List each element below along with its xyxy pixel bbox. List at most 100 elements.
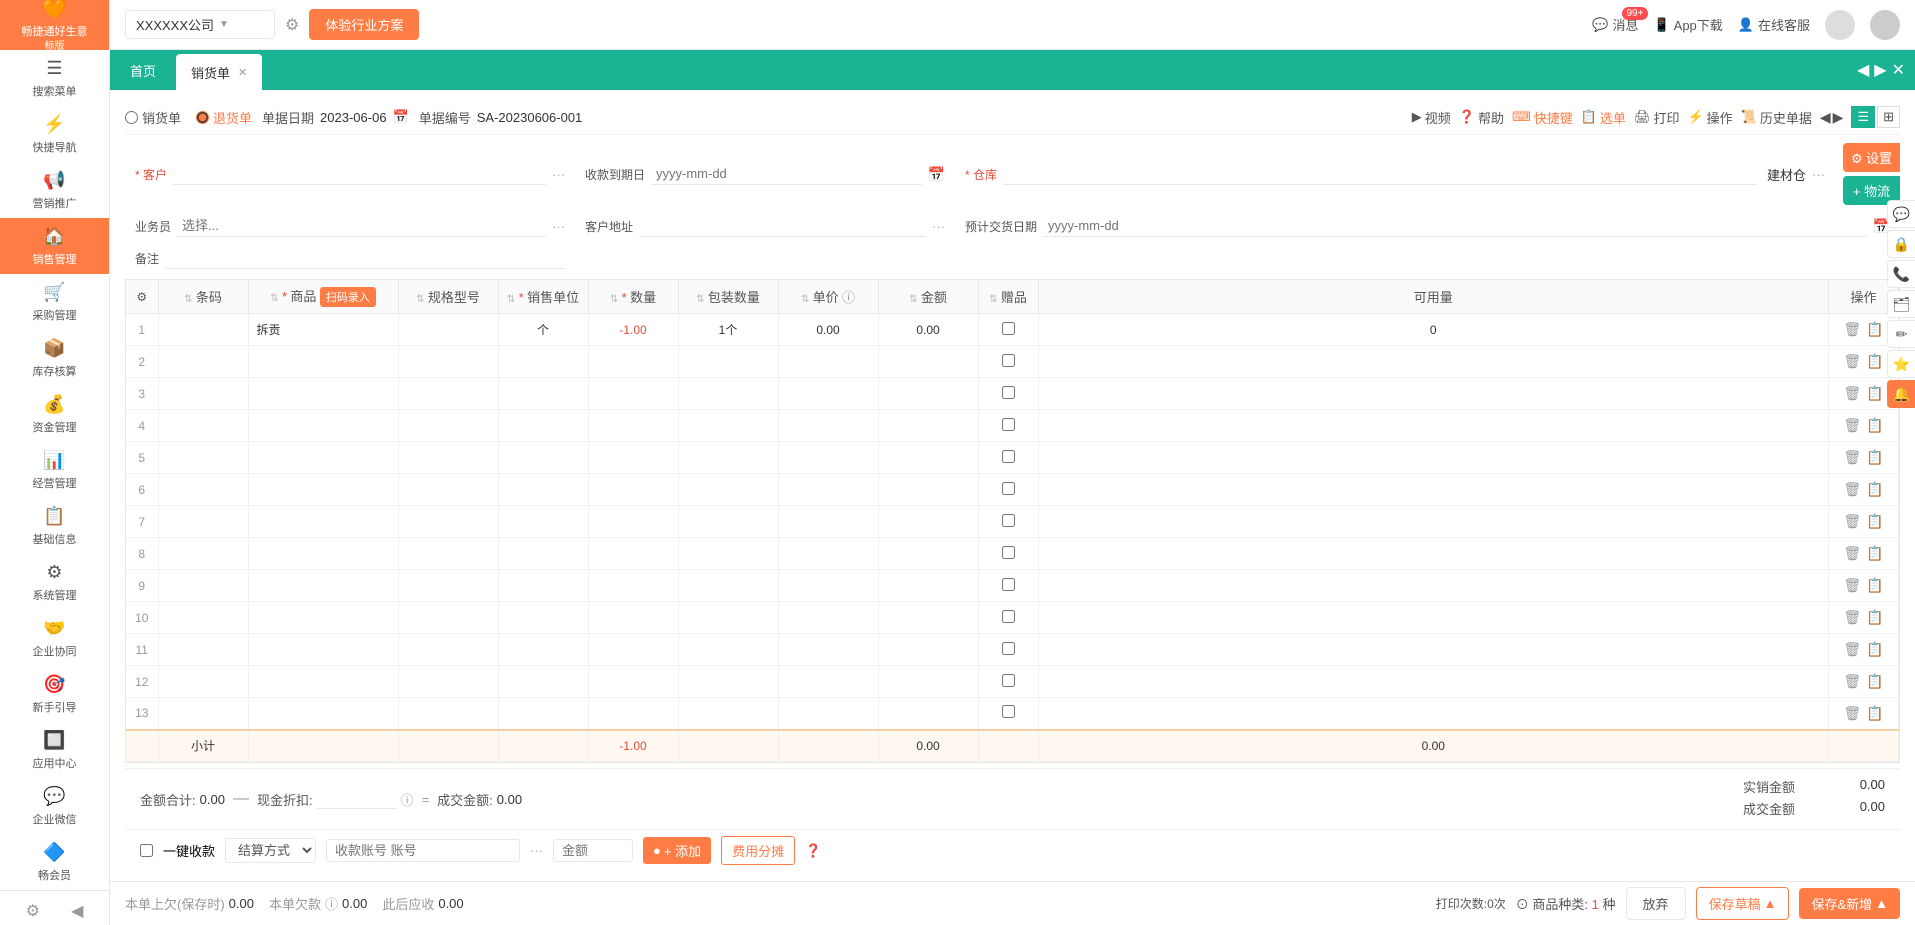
gift-checkbox-1[interactable]	[1002, 322, 1015, 335]
row-qty-11[interactable]	[588, 634, 678, 666]
sort-pkg-icon[interactable]: ⇅	[696, 294, 704, 305]
row-delete-icon-7[interactable]: 🗑	[1843, 513, 1861, 530]
row-barcode-12[interactable]	[158, 666, 248, 698]
row-copy-icon-5[interactable]: 📋	[1866, 449, 1883, 466]
row-gift-6[interactable]	[978, 474, 1038, 506]
row-pkg-qty-2[interactable]	[678, 346, 778, 378]
help-btn[interactable]: ❓ 帮助	[1459, 108, 1504, 127]
settings-btn[interactable]: ⚙ 设置	[1843, 143, 1900, 172]
print-btn[interactable]: 🖨 打印	[1634, 108, 1680, 127]
tab-close-icon[interactable]: ✕	[238, 66, 247, 79]
row-amount-9[interactable]	[878, 570, 978, 602]
row-gift-2[interactable]	[978, 346, 1038, 378]
salesperson-more-icon[interactable]: ···	[552, 219, 565, 234]
row-gift-12[interactable]	[978, 666, 1038, 698]
sort-gift-icon[interactable]: ⇅	[989, 294, 997, 305]
row-gift-3[interactable]	[978, 378, 1038, 410]
radio-return-input[interactable]	[196, 111, 209, 124]
row-qty-3[interactable]	[588, 378, 678, 410]
row-spec-9[interactable]	[398, 570, 498, 602]
warehouse-input[interactable]	[1003, 163, 1757, 185]
row-unit-price-10[interactable]	[778, 602, 878, 634]
gift-checkbox-6[interactable]	[1002, 482, 1015, 495]
row-unit-12[interactable]	[498, 666, 588, 698]
row-delete-icon-13[interactable]: 🗑	[1843, 705, 1861, 722]
sidebar-item-coop[interactable]: 🤝 企业协同	[0, 610, 109, 666]
sidebar-settings-btn[interactable]: ⚙	[26, 901, 40, 921]
row-amount-7[interactable]	[878, 506, 978, 538]
row-product-8[interactable]	[248, 538, 398, 570]
notes-input[interactable]	[165, 247, 565, 269]
row-copy-icon-13[interactable]: 📋	[1866, 705, 1883, 722]
row-unit-price-6[interactable]	[778, 474, 878, 506]
row-product-6[interactable]	[248, 474, 398, 506]
grid-view-btn[interactable]: ⊞	[1877, 106, 1900, 128]
row-copy-icon-1[interactable]: 📋	[1866, 321, 1883, 338]
row-barcode-7[interactable]	[158, 506, 248, 538]
row-copy-icon-4[interactable]: 📋	[1866, 417, 1883, 434]
row-gift-1[interactable]	[978, 314, 1038, 346]
scan-input-btn[interactable]: 扫码录入	[320, 287, 376, 307]
sort-amount-icon[interactable]: ⇅	[909, 294, 917, 305]
customer-addr-input[interactable]	[639, 215, 926, 237]
row-barcode-8[interactable]	[158, 538, 248, 570]
row-qty-1[interactable]: -1.00	[588, 314, 678, 346]
row-spec-7[interactable]	[398, 506, 498, 538]
row-delete-icon-8[interactable]: 🗑	[1843, 545, 1861, 562]
row-copy-icon-7[interactable]: 📋	[1866, 513, 1883, 530]
sidebar-item-inventory[interactable]: 📦 库存核算	[0, 330, 109, 386]
row-gift-10[interactable]	[978, 602, 1038, 634]
row-amount-4[interactable]	[878, 410, 978, 442]
row-unit-4[interactable]	[498, 410, 588, 442]
radio-sale-input[interactable]	[125, 111, 138, 124]
row-unit-10[interactable]	[498, 602, 588, 634]
row-qty-9[interactable]	[588, 570, 678, 602]
delivery-date-input[interactable]	[1043, 215, 1867, 237]
gift-checkbox-9[interactable]	[1002, 578, 1015, 591]
row-pkg-qty-4[interactable]	[678, 410, 778, 442]
row-barcode-10[interactable]	[158, 602, 248, 634]
row-product-9[interactable]	[248, 570, 398, 602]
select-order-btn[interactable]: 📋 选单	[1581, 108, 1626, 127]
customer-input[interactable]	[173, 163, 546, 185]
row-pkg-qty-8[interactable]	[678, 538, 778, 570]
due-date-input[interactable]	[651, 163, 922, 185]
row-gift-5[interactable]	[978, 442, 1038, 474]
row-delete-icon-5[interactable]: 🗑	[1843, 449, 1861, 466]
tab-home[interactable]: 首页	[110, 50, 176, 90]
row-spec-3[interactable]	[398, 378, 498, 410]
row-product-1[interactable]: 拆贡	[248, 314, 398, 346]
tab-nav-left-icon[interactable]: ◀	[1857, 60, 1869, 80]
row-amount-11[interactable]	[878, 634, 978, 666]
radio-return-order[interactable]: 退货单	[196, 108, 252, 127]
row-product-5[interactable]	[248, 442, 398, 474]
sort-qty-icon[interactable]: ⇅	[610, 294, 618, 305]
list-view-btn[interactable]: ☰	[1851, 106, 1875, 128]
row-pkg-qty-7[interactable]	[678, 506, 778, 538]
rfb-phone[interactable]: 📞	[1887, 260, 1915, 288]
row-spec-13[interactable]	[398, 698, 498, 730]
row-barcode-9[interactable]	[158, 570, 248, 602]
row-unit-price-11[interactable]	[778, 634, 878, 666]
row-pkg-qty-13[interactable]	[678, 698, 778, 730]
settings-gear-icon[interactable]: ⚙	[285, 15, 299, 35]
row-copy-icon-9[interactable]: 📋	[1866, 577, 1883, 594]
row-unit-price-2[interactable]	[778, 346, 878, 378]
gift-checkbox-3[interactable]	[1002, 386, 1015, 399]
row-delete-icon-12[interactable]: 🗑	[1843, 673, 1861, 690]
row-pkg-qty-1[interactable]: 1个	[678, 314, 778, 346]
row-barcode-13[interactable]	[158, 698, 248, 730]
row-amount-10[interactable]	[878, 602, 978, 634]
discount-input[interactable]	[317, 789, 397, 809]
rfb-bell[interactable]: 🔔	[1887, 380, 1915, 408]
row-barcode-1[interactable]	[158, 314, 248, 346]
video-btn[interactable]: ▶ 视频	[1412, 108, 1451, 127]
row-amount-12[interactable]	[878, 666, 978, 698]
row-spec-5[interactable]	[398, 442, 498, 474]
tab-nav-right-icon[interactable]: ▶	[1874, 60, 1886, 80]
row-qty-7[interactable]	[588, 506, 678, 538]
row-unit-price-4[interactable]	[778, 410, 878, 442]
row-amount-1[interactable]: 0.00	[878, 314, 978, 346]
save-new-btn[interactable]: 保存&新增 ▲	[1799, 888, 1900, 919]
row-delete-icon-1[interactable]: 🗑	[1843, 321, 1861, 338]
